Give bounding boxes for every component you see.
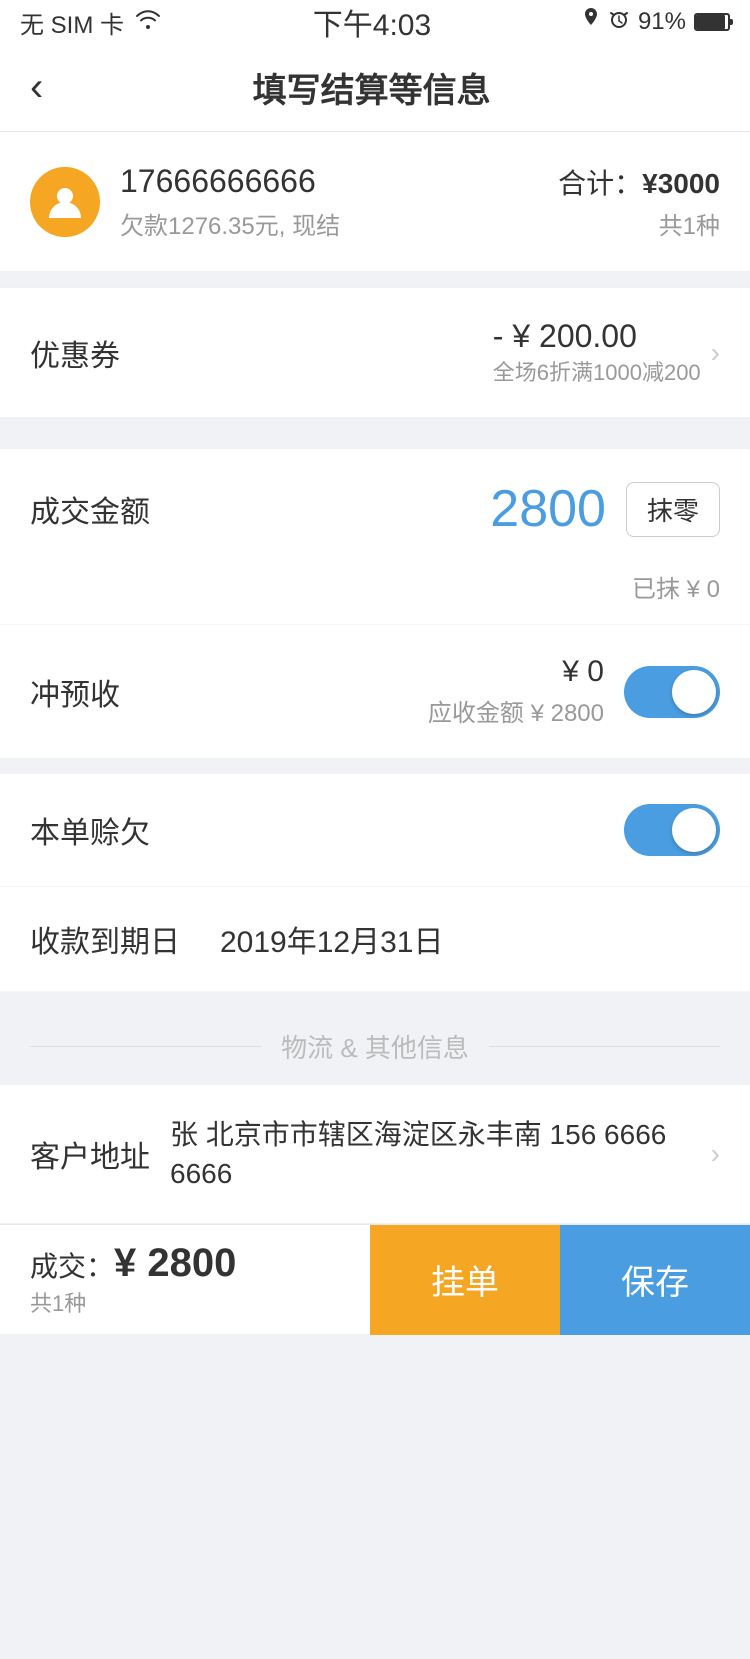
status-left: 无 SIM 卡 [20,5,162,40]
divider-line-right [489,1046,720,1047]
address-section[interactable]: 客户地址 张 北京市市辖区海淀区永丰南 156 6666 6666 › [0,1085,750,1223]
prereceive-toggle[interactable] [624,666,720,718]
debt-section: 本单赊欠 [0,774,750,887]
amount-sub: 已抹 ¥ 0 [0,569,750,624]
prereceive-label: 冲预收 [30,670,120,714]
duedate-label: 收款到期日 [30,917,180,961]
divider-line-left [30,1046,261,1047]
sim-label: 无 SIM 卡 [20,5,124,40]
status-bar: 无 SIM 卡 下午4:03 91% [0,0,750,44]
prereceive-amount: ¥ 0 [428,655,604,689]
bottom-summary-amount: ¥ 2800 [114,1241,236,1285]
coupon-right: - ¥ 200.00 全场6折满1000减200 › [493,318,720,387]
logistics-label: 物流 & 其他信息 [281,1028,469,1065]
bottom-summary-count: 共1种 [30,1286,340,1318]
duedate-value: 2019年12月31日 [220,917,443,961]
bottom-bar: 成交：¥ 2800 共1种 挂单 保存 [0,1224,750,1334]
debt-toggle[interactable] [624,804,720,856]
location-icon [582,8,600,37]
coupon-arrow-icon: › [711,337,720,369]
customer-debt: 欠款1276.35元, 现结 [120,206,340,241]
address-value: 张 北京市市辖区海淀区永丰南 156 6666 6666 [170,1115,691,1193]
address-arrow-icon: › [711,1138,720,1170]
alarm-icon [608,8,630,37]
coupon-row[interactable]: 优惠券 - ¥ 200.00 全场6折满1000减200 › [0,287,750,417]
toggle-knob [672,670,716,714]
amount-right: 2800 抹零 [490,479,720,539]
battery-percent: 91% [638,8,686,36]
address-label: 客户地址 [30,1132,150,1176]
debt-toggle-knob [672,808,716,852]
bottom-summary: 成交：¥ 2800 共1种 [0,1241,370,1318]
total-label: 合计： [558,168,642,199]
coupon-discount: - ¥ 200.00 [493,318,701,355]
separator-1 [0,433,750,449]
customer-phone: 17666666666 [120,163,340,200]
coupon-info: - ¥ 200.00 全场6折满1000减200 [493,318,701,387]
total-line: 合计：¥3000 [558,162,720,202]
separator-2 [0,758,750,774]
status-time: 下午4:03 [313,0,431,44]
bottom-summary-title: 成交： [30,1251,114,1282]
prereceive-sub: 应收金额 ¥ 2800 [428,693,604,728]
bottom-summary-line: 成交：¥ 2800 [30,1241,340,1286]
wifi-icon [134,8,162,37]
customer-right: 合计：¥3000 共1种 [558,162,720,241]
page-title: 填写结算等信息 [63,63,680,112]
prereceive-right: ¥ 0 应收金额 ¥ 2800 [428,655,720,728]
customer-left: 17666666666 欠款1276.35元, 现结 [30,163,340,241]
amount-row: 成交金额 2800 抹零 [0,449,750,569]
amount-value: 2800 [490,479,606,539]
coupon-desc: 全场6折满1000减200 [493,355,701,387]
total-count: 共1种 [558,206,720,241]
amount-label: 成交金额 [30,487,150,531]
separator-3 [0,992,750,1008]
total-value: ¥3000 [642,168,720,199]
customer-card: 17666666666 欠款1276.35元, 现结 合计：¥3000 共1种 [0,132,750,271]
amount-section: 成交金额 2800 抹零 已抹 ¥ 0 [0,449,750,624]
pending-button[interactable]: 挂单 [370,1225,560,1335]
coupon-label: 优惠券 [30,331,120,375]
battery-icon [694,13,730,31]
rounding-button[interactable]: 抹零 [626,482,720,537]
duedate-section: 收款到期日 2019年12月31日 [0,887,750,992]
save-button[interactable]: 保存 [560,1225,750,1335]
back-button[interactable]: ‹ [30,65,43,110]
logistics-divider: 物流 & 其他信息 [0,1008,750,1085]
avatar [30,167,100,237]
debt-label: 本单赊欠 [30,808,150,852]
content: 17666666666 欠款1276.35元, 现结 合计：¥3000 共1种 … [0,132,750,1659]
nav-bar: ‹ 填写结算等信息 [0,44,750,132]
customer-info: 17666666666 欠款1276.35元, 现结 [120,163,340,241]
prereceive-value-block: ¥ 0 应收金额 ¥ 2800 [428,655,604,728]
status-right: 91% [582,8,730,37]
prereceive-section: 冲预收 ¥ 0 应收金额 ¥ 2800 [0,624,750,758]
